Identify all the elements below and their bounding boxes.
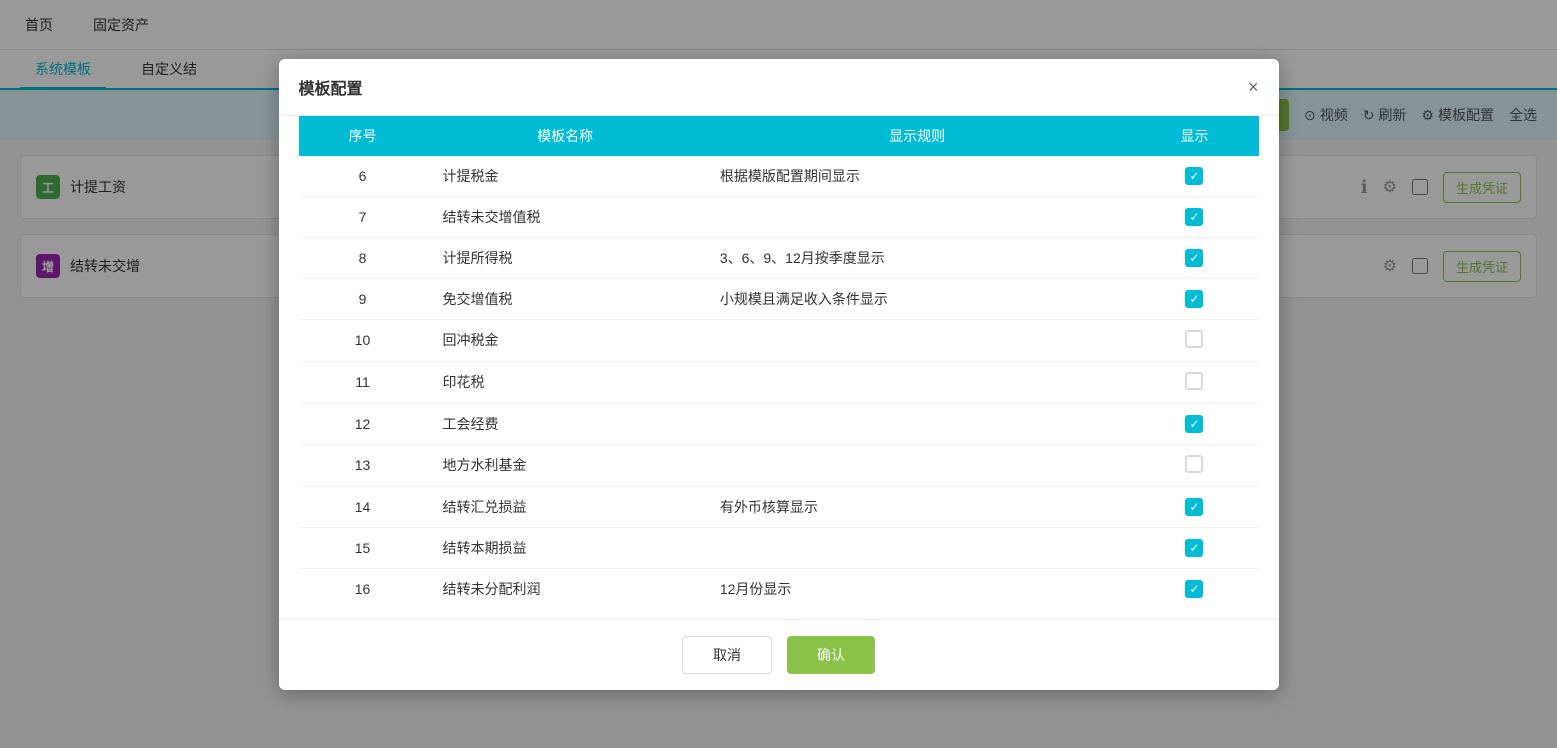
checkbox-display[interactable] xyxy=(1185,455,1203,473)
background-page: 首页 固定资产 系统模板 自定义结 测算金额 ⊙ 视频 ↻ 刷新 ⚙ 模板配置 … xyxy=(0,0,1557,748)
cell-id: 11 xyxy=(299,361,427,403)
checkbox-display[interactable]: ✓ xyxy=(1185,498,1203,516)
cell-rule: 12月份显示 xyxy=(704,568,1131,609)
cell-checkbox xyxy=(1130,319,1258,361)
modal-close-button[interactable]: × xyxy=(1248,78,1259,96)
checkbox-display[interactable]: ✓ xyxy=(1185,208,1203,226)
cell-name: 地方水利基金 xyxy=(427,444,704,486)
cell-name: 免交增值税 xyxy=(427,278,704,319)
cell-rule xyxy=(704,361,1131,403)
col-header-rule: 显示规则 xyxy=(704,116,1131,156)
modal-footer: 取消 确认 xyxy=(279,619,1279,690)
cell-checkbox: ✓ xyxy=(1130,237,1258,278)
modal-title: 模板配置 xyxy=(299,75,363,99)
cell-name: 印花税 xyxy=(427,361,704,403)
checkbox-display[interactable] xyxy=(1185,330,1203,348)
cell-checkbox xyxy=(1130,361,1258,403)
checkbox-display[interactable]: ✓ xyxy=(1185,290,1203,308)
cell-rule xyxy=(704,403,1131,444)
checkbox-display[interactable] xyxy=(1185,372,1203,390)
confirm-button[interactable]: 确认 xyxy=(787,636,875,674)
cell-checkbox: ✓ xyxy=(1130,568,1258,609)
table-row: 10回冲税金 xyxy=(299,319,1259,361)
modal-body: 序号 模板名称 显示规则 显示 6计提税金根据模版配置期间显示✓7结转未交增值税… xyxy=(279,116,1279,619)
cell-rule: 小规模且满足收入条件显示 xyxy=(704,278,1131,319)
cell-id: 15 xyxy=(299,527,427,568)
modal-header: 模板配置 × xyxy=(279,59,1279,116)
table-row: 16结转未分配利润12月份显示 ✓ xyxy=(299,568,1259,609)
table-row: 13地方水利基金 xyxy=(299,444,1259,486)
cell-name: 回冲税金 xyxy=(427,319,704,361)
checkbox-display[interactable]: ✓ xyxy=(1185,580,1203,598)
table-row: 15结转本期损益 ✓ xyxy=(299,527,1259,568)
cell-checkbox: ✓ xyxy=(1130,196,1258,237)
cell-name: 结转未交增值税 xyxy=(427,196,704,237)
cell-rule xyxy=(704,319,1131,361)
table-row: 14结转汇兑损益有外币核算显示 ✓ xyxy=(299,486,1259,527)
checkbox-display[interactable]: ✓ xyxy=(1185,249,1203,267)
cell-rule xyxy=(704,527,1131,568)
cell-rule: 根据模版配置期间显示 xyxy=(704,156,1131,197)
cell-checkbox: ✓ xyxy=(1130,486,1258,527)
table-row: 7结转未交增值税 ✓ xyxy=(299,196,1259,237)
cell-checkbox: ✓ xyxy=(1130,403,1258,444)
cell-id: 7 xyxy=(299,196,427,237)
cancel-button[interactable]: 取消 xyxy=(682,636,772,674)
cell-checkbox xyxy=(1130,444,1258,486)
table-row: 12工会经费 ✓ xyxy=(299,403,1259,444)
table-row: 11印花税 xyxy=(299,361,1259,403)
cell-id: 10 xyxy=(299,319,427,361)
cell-checkbox: ✓ xyxy=(1130,278,1258,319)
cell-id: 16 xyxy=(299,568,427,609)
col-header-id: 序号 xyxy=(299,116,427,156)
config-table: 序号 模板名称 显示规则 显示 6计提税金根据模版配置期间显示✓7结转未交增值税… xyxy=(299,116,1259,609)
cell-name: 结转本期损益 xyxy=(427,527,704,568)
col-header-name: 模板名称 xyxy=(427,116,704,156)
cell-id: 9 xyxy=(299,278,427,319)
cell-name: 结转未分配利润 xyxy=(427,568,704,609)
cell-rule: 3、6、9、12月按季度显示 xyxy=(704,237,1131,278)
cell-name: 计提所得税 xyxy=(427,237,704,278)
cell-name: 计提税金 xyxy=(427,156,704,197)
modal-overlay: 模板配置 × 序号 模板名称 显示规则 显示 6计提税金根据模版配置期间 xyxy=(0,0,1557,748)
table-row: 8计提所得税3、6、9、12月按季度显示 ✓ xyxy=(299,237,1259,278)
cell-id: 8 xyxy=(299,237,427,278)
cell-id: 12 xyxy=(299,403,427,444)
checkbox-display[interactable]: ✓ xyxy=(1185,539,1203,557)
col-header-show: 显示 xyxy=(1130,116,1258,156)
cell-rule xyxy=(704,196,1131,237)
table-row: 9免交增值税小规模且满足收入条件显示 ✓ xyxy=(299,278,1259,319)
cell-name: 结转汇兑损益 xyxy=(427,486,704,527)
cell-id: 6 xyxy=(299,156,427,197)
table-body: 6计提税金根据模版配置期间显示✓7结转未交增值税✓8计提所得税3、6、9、12月… xyxy=(299,156,1259,609)
cell-rule xyxy=(704,444,1131,486)
modal-template-config: 模板配置 × 序号 模板名称 显示规则 显示 6计提税金根据模版配置期间 xyxy=(279,59,1279,690)
checkbox-display[interactable]: ✓ xyxy=(1185,415,1203,433)
cell-id: 13 xyxy=(299,444,427,486)
cell-rule: 有外币核算显示 xyxy=(704,486,1131,527)
cell-name: 工会经费 xyxy=(427,403,704,444)
cell-checkbox: ✓ xyxy=(1130,527,1258,568)
table-row: 6计提税金根据模版配置期间显示 ✓ xyxy=(299,156,1259,197)
table-header-row: 序号 模板名称 显示规则 显示 xyxy=(299,116,1259,156)
cell-checkbox: ✓ xyxy=(1130,156,1258,197)
cell-id: 14 xyxy=(299,486,427,527)
checkbox-display[interactable]: ✓ xyxy=(1185,167,1203,185)
